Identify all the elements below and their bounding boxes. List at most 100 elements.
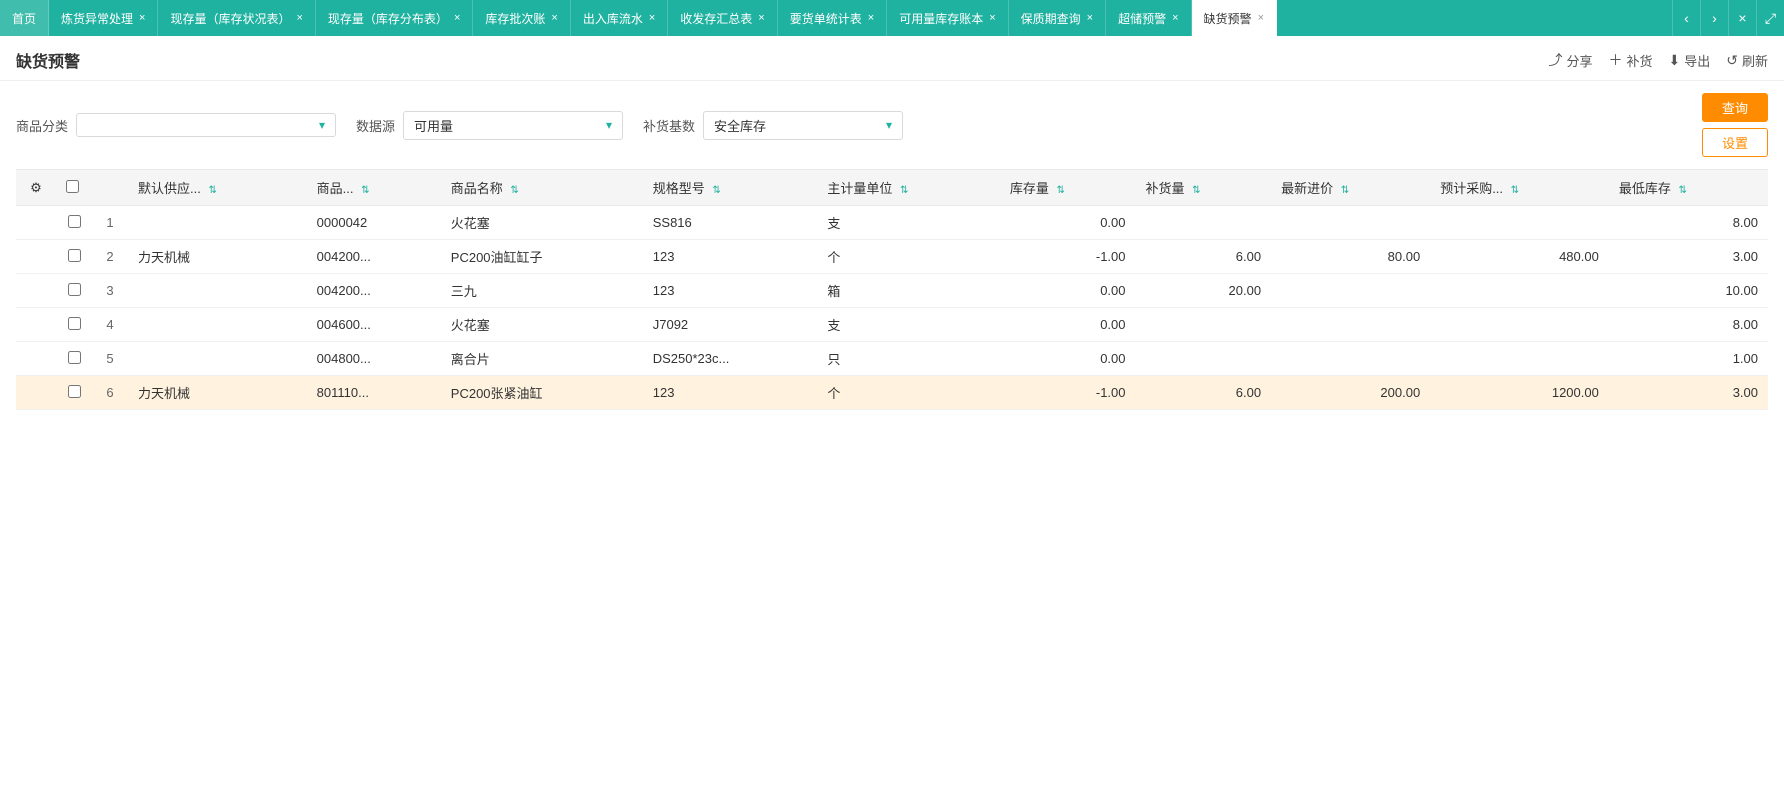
col-supplier[interactable]: 默认供应... ⇅: [128, 170, 307, 206]
refresh-icon: ↺: [1726, 52, 1738, 69]
replenish-value: 安全库存: [714, 116, 766, 135]
row-checkbox-cell[interactable]: [56, 240, 92, 274]
col-stock[interactable]: 库存量 ⇅: [1000, 170, 1136, 206]
window-close-btn[interactable]: ×: [1728, 0, 1756, 36]
tab-inout[interactable]: 出入库流水 ×: [571, 0, 668, 36]
tab-scroll-left[interactable]: ‹: [1672, 0, 1700, 36]
row-unit-2: 个: [817, 240, 1000, 274]
row-est-purchase-4: [1430, 308, 1609, 342]
row-latest-price-1: [1271, 206, 1430, 240]
row-replenish-6: 6.00: [1136, 376, 1272, 410]
settings-button[interactable]: 设置: [1702, 128, 1768, 157]
tab-close-batch[interactable]: ×: [551, 12, 557, 24]
spec-sort-icon: ⇅: [712, 185, 720, 196]
tab-expiry[interactable]: 保质期查询 ×: [1009, 0, 1106, 36]
row-unit-4: 支: [817, 308, 1000, 342]
row-checkbox-cell[interactable]: [56, 274, 92, 308]
datasource-filter-group: 数据源 可用量 ▾: [356, 111, 623, 140]
row-name-3: 三九: [441, 274, 643, 308]
tab-close-shortage[interactable]: ×: [1258, 12, 1264, 24]
min-stock-sort-icon: ⇅: [1678, 185, 1686, 196]
row-checkbox-3[interactable]: [68, 283, 81, 296]
category-label: 商品分类: [16, 116, 68, 135]
tab-close-expiry[interactable]: ×: [1087, 12, 1093, 24]
export-button[interactable]: ⬇ 导出: [1669, 51, 1711, 70]
tab-demand[interactable]: 要货单统计表 ×: [778, 0, 887, 36]
row-est-purchase-1: [1430, 206, 1609, 240]
tab-close-available[interactable]: ×: [989, 12, 995, 24]
tab-close-stock-dist[interactable]: ×: [454, 12, 460, 24]
tab-close-demand[interactable]: ×: [868, 12, 874, 24]
row-min-stock-4: 8.00: [1609, 308, 1768, 342]
tab-close-overstock[interactable]: ×: [1172, 12, 1178, 24]
tab-close-abnormal[interactable]: ×: [139, 12, 145, 24]
query-button[interactable]: 查询: [1702, 93, 1768, 122]
row-name-2: PC200油缸缸子: [441, 240, 643, 274]
table-body: 1 0000042 火花塞 SS816 支 0.00 8.00 2 力天机械 0…: [16, 206, 1768, 410]
tab-stock-dist[interactable]: 现存量（库存分布表） ×: [316, 0, 473, 36]
col-checkbox: [56, 170, 92, 206]
tab-stock-status[interactable]: 现存量（库存状况表） ×: [158, 0, 315, 36]
row-est-purchase-6: 1200.00: [1430, 376, 1609, 410]
col-est-purchase[interactable]: 预计采购... ⇅: [1430, 170, 1609, 206]
page-header: 缺货预警 ⤴ 分享 ＋ 补货 ⬇ 导出 ↺ 刷新: [0, 36, 1784, 81]
row-checkbox-1[interactable]: [68, 215, 81, 228]
code-sort-icon: ⇅: [361, 185, 369, 196]
row-checkbox-2[interactable]: [68, 249, 81, 262]
replenish-label: 补货基数: [643, 116, 695, 135]
table-row: 5 004800... 离合片 DS250*23c... 只 0.00 1.00: [16, 342, 1768, 376]
replenish-button[interactable]: ＋ 补货: [1608, 50, 1652, 70]
gear-icon[interactable]: ⚙: [30, 180, 42, 196]
tab-batch[interactable]: 库存批次账 ×: [473, 0, 570, 36]
col-replenish[interactable]: 补货量 ⇅: [1136, 170, 1272, 206]
supplier-sort-icon: ⇅: [208, 185, 216, 196]
row-min-stock-1: 8.00: [1609, 206, 1768, 240]
tab-summary[interactable]: 收发存汇总表 ×: [668, 0, 777, 36]
row-checkbox-cell[interactable]: [56, 308, 92, 342]
table-row: 1 0000042 火花塞 SS816 支 0.00 8.00: [16, 206, 1768, 240]
tab-scroll-right[interactable]: ›: [1700, 0, 1728, 36]
datasource-select[interactable]: 可用量 ▾: [403, 111, 623, 140]
tab-close-inout[interactable]: ×: [649, 12, 655, 24]
col-unit[interactable]: 主计量单位 ⇅: [817, 170, 1000, 206]
tab-close-stock-status[interactable]: ×: [296, 12, 302, 24]
col-spec[interactable]: 规格型号 ⇅: [643, 170, 818, 206]
replenish-select[interactable]: 安全库存 ▾: [703, 111, 903, 140]
col-latest-price[interactable]: 最新进价 ⇅: [1271, 170, 1430, 206]
refresh-button[interactable]: ↺ 刷新: [1726, 51, 1768, 70]
tab-overstock[interactable]: 超储预警 ×: [1106, 0, 1191, 36]
row-checkbox-6[interactable]: [68, 385, 81, 398]
row-stock-3: 0.00: [1000, 274, 1136, 308]
col-name[interactable]: 商品名称 ⇅: [441, 170, 643, 206]
row-gear-cell: [16, 342, 56, 376]
select-all-checkbox[interactable]: [66, 180, 79, 193]
row-spec-1: SS816: [643, 206, 818, 240]
row-code-5: 004800...: [307, 342, 441, 376]
row-replenish-3: 20.00: [1136, 274, 1272, 308]
row-checkbox-5[interactable]: [68, 351, 81, 364]
row-checkbox-4[interactable]: [68, 317, 81, 330]
category-select[interactable]: ▾: [76, 113, 336, 137]
share-icon: ⤴: [1548, 50, 1562, 70]
row-checkbox-cell[interactable]: [56, 342, 92, 376]
tab-available[interactable]: 可用量库存账本 ×: [887, 0, 1008, 36]
tab-close-summary[interactable]: ×: [758, 12, 764, 24]
row-num-2: 2: [92, 240, 128, 274]
tab-abnormal[interactable]: 炼货异常处理 ×: [49, 0, 158, 36]
row-checkbox-cell[interactable]: [56, 376, 92, 410]
tab-home[interactable]: 首页: [0, 0, 49, 36]
window-max-btn[interactable]: ⤢: [1756, 0, 1784, 36]
share-button[interactable]: ⤴ 分享: [1548, 50, 1592, 70]
category-filter-group: 商品分类 ▾: [16, 113, 336, 137]
tab-bar: 首页 炼货异常处理 × 现存量（库存状况表） × 现存量（库存分布表） × 库存…: [0, 0, 1784, 36]
row-spec-3: 123: [643, 274, 818, 308]
col-code[interactable]: 商品... ⇅: [307, 170, 441, 206]
tab-shortage[interactable]: 缺货预警 ×: [1192, 0, 1277, 36]
page-title: 缺货预警: [16, 48, 80, 72]
col-min-stock[interactable]: 最低库存 ⇅: [1609, 170, 1768, 206]
row-latest-price-4: [1271, 308, 1430, 342]
row-spec-6: 123: [643, 376, 818, 410]
row-code-6: 801110...: [307, 376, 441, 410]
row-checkbox-cell[interactable]: [56, 206, 92, 240]
row-code-4: 004600...: [307, 308, 441, 342]
